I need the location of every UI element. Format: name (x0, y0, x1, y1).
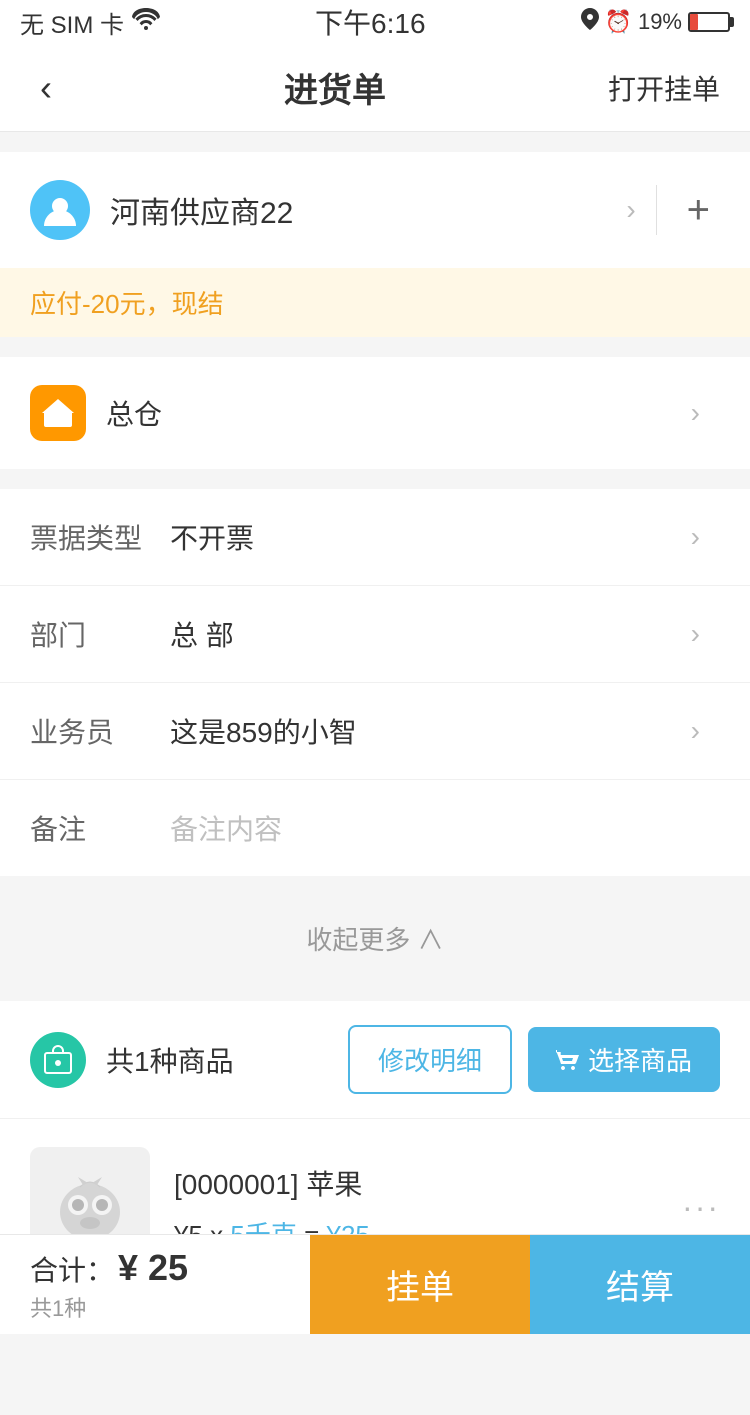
remark-value: 备注内容 (170, 808, 720, 848)
salesman-chevron: › (691, 715, 700, 747)
select-product-label: 选择商品 (588, 1041, 692, 1078)
warehouse-row[interactable]: 总仓 › (0, 357, 750, 469)
location-icon (581, 8, 599, 36)
product-title: 苹果 (306, 1169, 362, 1200)
product-more-button[interactable]: ··· (682, 1189, 720, 1226)
fields-card: 票据类型 不开票 › 部门 总 部 › 业务员 这是859的小智 › 备注 备注… (0, 489, 750, 876)
battery-icon (688, 12, 730, 32)
status-right: ⏰ 19% (581, 8, 730, 36)
wifi-icon (132, 8, 160, 37)
ticket-type-value: 不开票 (170, 517, 691, 557)
footer-total: 合计： ¥ 25 共1种 (0, 1235, 310, 1334)
collapse-toggle[interactable]: 收起更多 ∧ (0, 896, 750, 981)
gap1 (0, 132, 750, 152)
supplier-card: 河南供应商22 › + 应付-20元，现结 (0, 152, 750, 337)
department-row[interactable]: 部门 总 部 › (0, 586, 750, 683)
salesman-row[interactable]: 业务员 这是859的小智 › (0, 683, 750, 780)
warehouse-name: 总仓 (106, 393, 691, 433)
supplier-avatar (30, 180, 90, 240)
product-name: [0000001] 苹果 (174, 1163, 682, 1203)
total-label: 合计： (30, 1249, 114, 1289)
ticket-type-row[interactable]: 票据类型 不开票 › (0, 489, 750, 586)
salesman-label: 业务员 (30, 711, 170, 751)
product-header: 共1种商品 修改明细 选择商品 (0, 1001, 750, 1119)
department-chevron: › (691, 618, 700, 650)
supplier-name: 河南供应商22 (110, 188, 626, 232)
remark-label: 备注 (30, 808, 170, 848)
battery-label: 19% (638, 9, 682, 35)
status-left: 无 SIM 卡 (20, 5, 160, 40)
edit-detail-button[interactable]: 修改明细 (348, 1025, 512, 1094)
total-sub: 共1种 (30, 1291, 280, 1323)
settle-button[interactable]: 结算 (530, 1235, 750, 1334)
supplier-row[interactable]: 河南供应商22 › + (0, 152, 750, 268)
page-title: 进货单 (284, 63, 386, 112)
select-product-button[interactable]: 选择商品 (528, 1027, 720, 1092)
footer-bar: 合计： ¥ 25 共1种 挂单 结算 (0, 1234, 750, 1334)
hang-button[interactable]: 挂单 (310, 1235, 530, 1334)
department-value: 总 部 (170, 614, 691, 654)
add-supplier-button[interactable]: + (677, 188, 720, 233)
warehouse-card: 总仓 › (0, 357, 750, 469)
warehouse-icon (30, 385, 86, 441)
salesman-value: 这是859的小智 (170, 711, 691, 751)
total-amount: ¥ 25 (118, 1247, 188, 1289)
nav-bar: ‹ 进货单 打开挂单 (0, 44, 750, 132)
alarm-icon: ⏰ (605, 9, 632, 35)
open-hang-button[interactable]: 打开挂单 (608, 68, 720, 108)
ticket-type-label: 票据类型 (30, 517, 170, 557)
warehouse-chevron: › (691, 397, 700, 429)
product-code: [0000001] (174, 1169, 299, 1200)
status-time: 下午6:16 (315, 2, 426, 42)
product-count-icon (30, 1032, 86, 1088)
supplier-divider (656, 185, 657, 235)
remark-row[interactable]: 备注 备注内容 (0, 780, 750, 876)
carrier-label: 无 SIM 卡 (20, 5, 124, 40)
status-bar: 无 SIM 卡 下午6:16 ⏰ 19% (0, 0, 750, 44)
cart-icon (556, 1048, 580, 1072)
product-count-text: 共1种商品 (106, 1040, 348, 1080)
notice-bar: 应付-20元，现结 (0, 268, 750, 337)
gap2 (0, 981, 750, 1001)
main-content: 河南供应商22 › + 应付-20元，现结 总仓 › 票据类型 不开票 › 部门… (0, 132, 750, 1415)
department-label: 部门 (30, 614, 170, 654)
back-button[interactable]: ‹ (30, 57, 62, 119)
supplier-chevron: › (626, 194, 635, 226)
ticket-type-chevron: › (691, 521, 700, 553)
